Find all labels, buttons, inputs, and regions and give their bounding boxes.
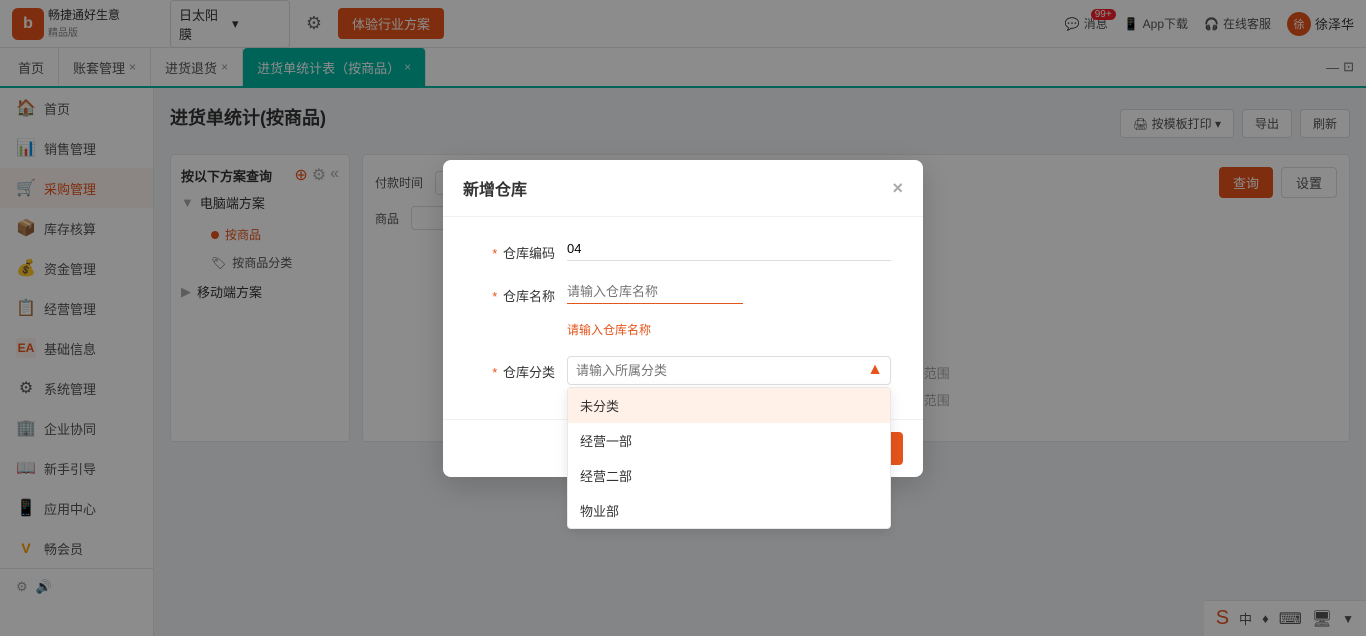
category-select-wrap: ▲ 未分类 经营一部 经营二部 物业部 [567,356,891,385]
category-label: * 仓库分类 [475,356,555,381]
category-dropdown: 未分类 经营一部 经营二部 物业部 [567,387,891,529]
modal-title: 新增仓库 [463,176,527,200]
form-row-code: * 仓库编码 [475,237,891,262]
dropdown-item-unclassified[interactable]: 未分类 [568,388,890,423]
form-row-category: * 仓库分类 ▲ 未分类 经营一部 经营二部 [475,356,891,385]
new-warehouse-modal: 新增仓库 × * 仓库编码 * 仓库名称 [443,160,923,477]
name-label: * 仓库名称 [475,280,555,305]
dropdown-item-property[interactable]: 物业部 [568,493,890,528]
dropdown-item-dept2[interactable]: 经营二部 [568,458,890,493]
modal-close-button[interactable]: × [892,179,903,197]
code-label: * 仓库编码 [475,237,555,262]
name-error-msg: 请输入仓库名称 [567,323,651,337]
form-row-name: * 仓库名称 请输入仓库名称 [475,280,891,338]
name-input[interactable] [567,280,743,304]
category-select-input[interactable] [567,356,891,385]
modal-header: 新增仓库 × [443,160,923,217]
modal-overlay: 新增仓库 × * 仓库编码 * 仓库名称 [0,0,1366,636]
dropdown-item-dept1[interactable]: 经营一部 [568,423,890,458]
modal-body: * 仓库编码 * 仓库名称 请输入仓库名称 [443,217,923,419]
code-input[interactable] [567,237,891,261]
